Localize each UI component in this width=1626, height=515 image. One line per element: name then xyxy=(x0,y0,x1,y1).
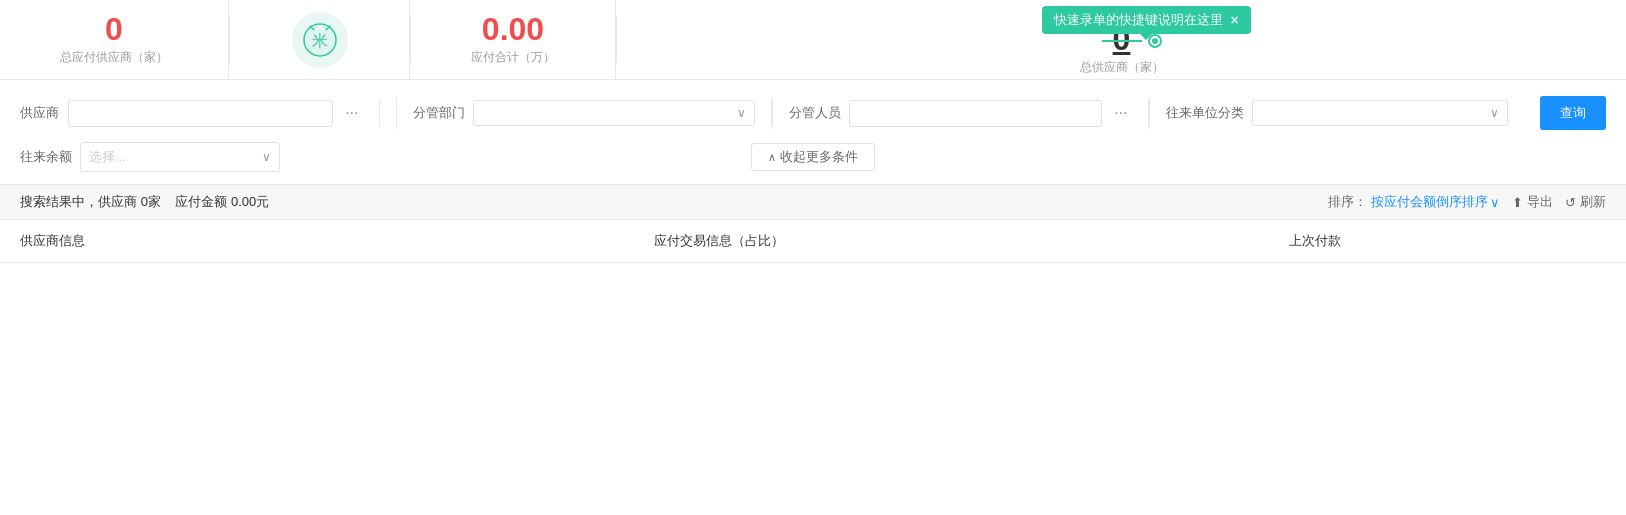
results-prefix: 搜索结果中，供应商 xyxy=(20,194,137,209)
payable-total-value: 0.00 xyxy=(482,13,544,45)
collapse-label: 收起更多条件 xyxy=(780,148,858,166)
export-button[interactable]: ⬆ 导出 xyxy=(1512,193,1553,211)
tooltip-close-btn[interactable]: × xyxy=(1231,12,1239,28)
person-field: 分管人员 ··· xyxy=(773,100,1149,127)
department-dropdown[interactable]: ∨ xyxy=(473,100,756,126)
total-suppliers-label: 总供应商（家） xyxy=(1080,59,1164,76)
sort-control: 排序： 按应付会额倒序排序 ∨ xyxy=(1328,193,1500,211)
table-header: 供应商信息 应付交易信息（占比） 上次付款 xyxy=(0,220,1626,263)
total-payable-suppliers-label: 总应付供应商（家） xyxy=(60,49,168,66)
payable-total-label: 应付合计（万） xyxy=(471,49,555,66)
supplier-label: 供应商 xyxy=(20,104,60,122)
results-summary: 搜索结果中，供应商 0家 应付金额 0.00元 xyxy=(20,193,269,211)
collapse-container: ∧ 收起更多条件 xyxy=(300,143,1326,171)
icon-block: 米 xyxy=(230,0,410,79)
balance-chevron-icon: ∨ xyxy=(262,150,271,164)
tooltip-bubble: 快速录单的快捷键说明在这里 × xyxy=(1042,6,1251,34)
query-button[interactable]: 查询 xyxy=(1540,96,1606,130)
tooltip-wrapper: 快速录单的快捷键说明在这里 × xyxy=(1042,6,1251,46)
unit-label: 往来单位分类 xyxy=(1166,104,1244,122)
stats-bar: 0 总应付供应商（家） 米 0.00 应付合计（万） 快速录单的快捷键说明在这里 xyxy=(0,0,1626,80)
sort-dropdown[interactable]: 按应付会额倒序排序 ∨ xyxy=(1371,193,1500,211)
supplier-icon: 米 xyxy=(292,12,348,68)
col-header-transaction-info: 应付交易信息（占比） xyxy=(654,232,1288,250)
supplier-input[interactable] xyxy=(68,100,333,127)
results-bar: 搜索结果中，供应商 0家 应付金额 0.00元 排序： 按应付会额倒序排序 ∨ … xyxy=(0,185,1626,220)
unit-dropdown[interactable]: ∨ xyxy=(1252,100,1509,126)
tooltip-text: 快速录单的快捷键说明在这里 xyxy=(1054,11,1223,29)
sort-chevron-icon: ∨ xyxy=(1490,195,1500,210)
export-label: 导出 xyxy=(1527,193,1553,211)
results-amount-label: 应付金额 xyxy=(175,194,227,209)
unit-chevron-icon: ∨ xyxy=(1490,106,1499,120)
results-actions: 排序： 按应付会额倒序排序 ∨ ⬆ 导出 ↺ 刷新 xyxy=(1328,193,1606,211)
candy-icon: 米 xyxy=(302,22,338,58)
refresh-button[interactable]: ↺ 刷新 xyxy=(1565,193,1606,211)
total-payable-suppliers-block: 0 总应付供应商（家） xyxy=(0,0,229,79)
col-header-last-payment: 上次付款 xyxy=(1289,232,1606,250)
search-bar: 供应商 ··· 分管部门 ∨ 分管人员 ··· 往来单位分类 ∨ xyxy=(0,80,1626,185)
total-suppliers-section: 快速录单的快捷键说明在这里 × 0 总供应商（家） xyxy=(617,0,1626,79)
unit-field: 往来单位分类 ∨ xyxy=(1150,100,1525,126)
col-label-transaction: 应付交易信息（占比） xyxy=(654,233,784,248)
payable-total-block: 0.00 应付合计（万） xyxy=(411,0,616,79)
refresh-icon: ↺ xyxy=(1565,195,1576,210)
balance-dropdown[interactable]: 选择... ∨ xyxy=(80,142,280,172)
results-amount-value: 0.00元 xyxy=(231,194,269,209)
department-field: 分管部门 ∨ xyxy=(397,100,773,126)
supplier-field: 供应商 ··· xyxy=(20,100,380,127)
collapse-button[interactable]: ∧ 收起更多条件 xyxy=(751,143,875,171)
balance-label: 往来余额 xyxy=(20,148,72,166)
person-input[interactable] xyxy=(849,100,1102,127)
person-dots[interactable]: ··· xyxy=(1110,104,1131,122)
export-icon: ⬆ xyxy=(1512,195,1523,210)
col-header-supplier-info: 供应商信息 xyxy=(20,232,654,250)
search-row-2: 往来余额 选择... ∨ ∧ 收起更多条件 xyxy=(20,142,1606,172)
supplier-dots[interactable]: ··· xyxy=(341,104,362,122)
search-row-1: 供应商 ··· 分管部门 ∨ 分管人员 ··· 往来单位分类 ∨ xyxy=(20,96,1606,130)
department-label: 分管部门 xyxy=(413,104,465,122)
refresh-label: 刷新 xyxy=(1580,193,1606,211)
sort-value: 按应付会额倒序排序 xyxy=(1371,193,1488,211)
balance-placeholder: 选择... xyxy=(89,148,258,166)
collapse-chevron-icon: ∧ xyxy=(768,151,776,164)
table-body xyxy=(0,263,1626,515)
person-label: 分管人员 xyxy=(789,104,841,122)
col-label-supplier: 供应商信息 xyxy=(20,233,85,248)
results-info: 搜索结果中，供应商 0家 应付金额 0.00元 xyxy=(20,193,269,211)
tooltip-line xyxy=(1102,40,1142,42)
results-supplier-count: 0家 xyxy=(141,194,161,209)
department-chevron-icon: ∨ xyxy=(737,106,746,120)
col-label-lastpay: 上次付款 xyxy=(1289,233,1341,248)
balance-field: 往来余额 选择... ∨ xyxy=(20,142,300,172)
total-payable-suppliers-value: 0 xyxy=(105,13,123,45)
svg-text:米: 米 xyxy=(312,32,328,49)
sort-label: 排序： xyxy=(1328,193,1367,211)
